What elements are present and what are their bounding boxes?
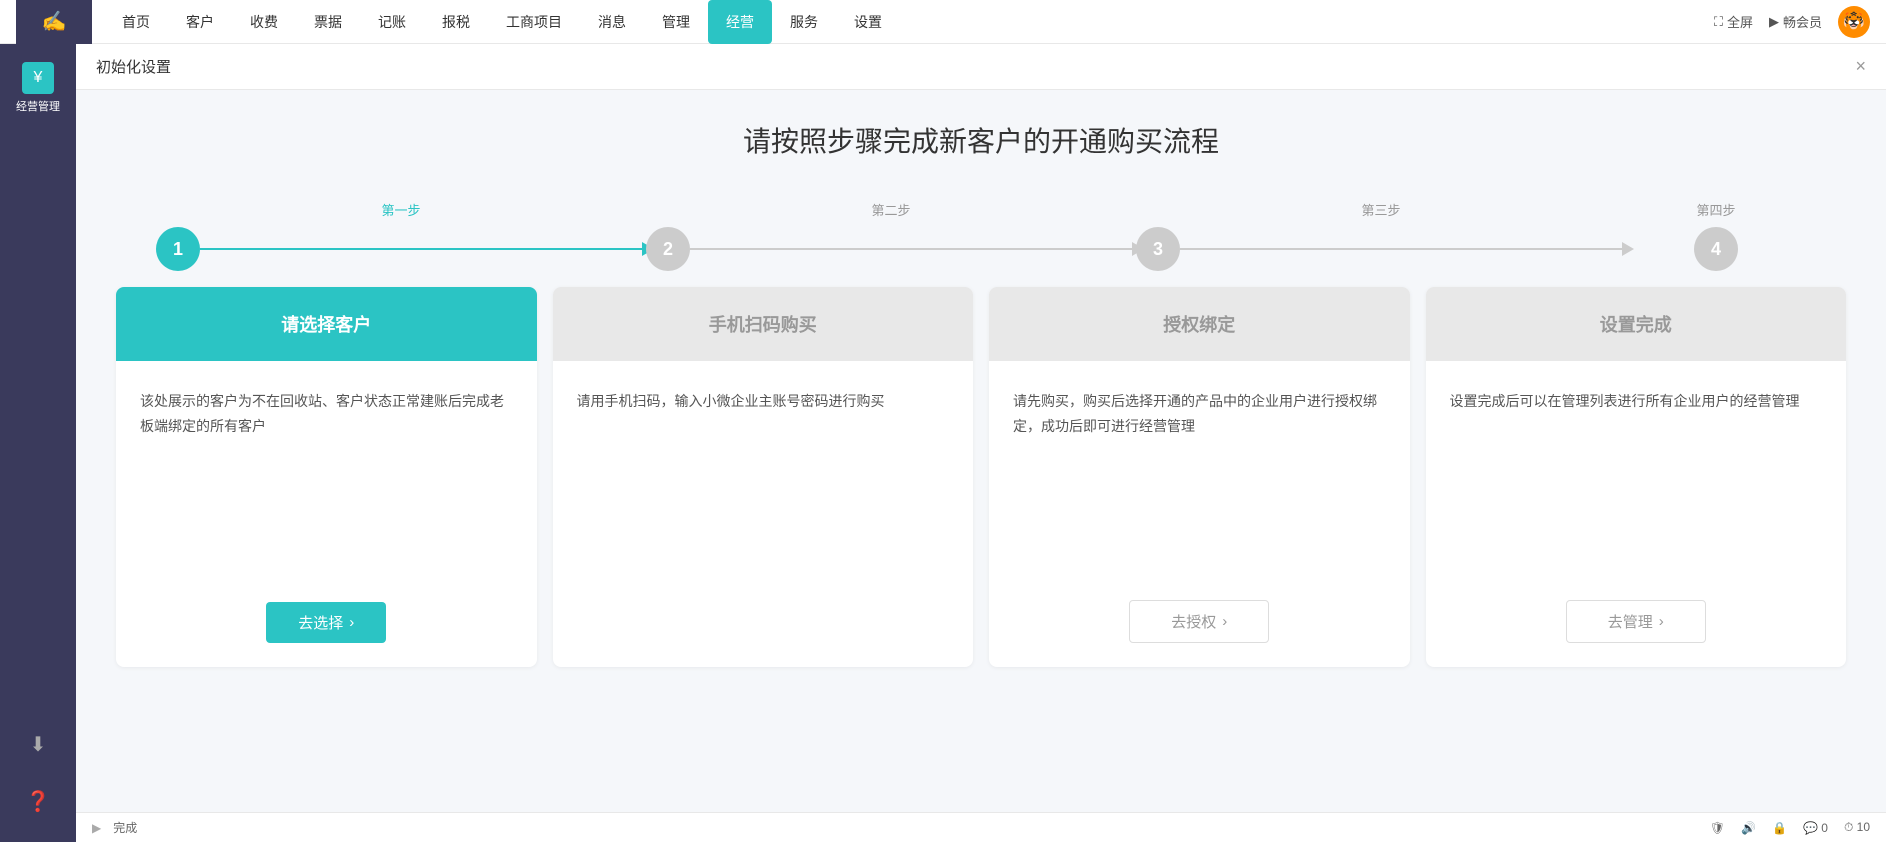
message-count: 💬 0 bbox=[1803, 821, 1828, 835]
logo-icon: ✍ bbox=[42, 9, 67, 34]
lock-icon: 🔒 bbox=[1772, 821, 1787, 835]
connector3 bbox=[1180, 248, 1626, 250]
avatar-icon: 🐯 bbox=[1843, 11, 1865, 32]
yen-icon: ¥ bbox=[22, 62, 54, 94]
card3-footer: 去授权 › bbox=[989, 600, 1410, 643]
cards-row: 请选择客户 该处展示的客户为不在回收站、客户状态正常建账后完成老板端绑定的所有客… bbox=[116, 287, 1846, 667]
sidebar: ¥ 经营管理 ⬇ ❓ bbox=[0, 44, 76, 842]
vip-button[interactable]: ▶ 畅会员 bbox=[1769, 12, 1822, 31]
step4-label: 第四步 bbox=[1696, 200, 1735, 219]
go-authorize-label: 去授权 bbox=[1171, 611, 1216, 632]
arrow3 bbox=[1622, 242, 1634, 256]
nav-items: 首页 客户 收费 票据 记账 报税 工商项目 消息 管理 经营 服务 设置 bbox=[104, 0, 1714, 44]
page-header: 初始化设置 × bbox=[76, 44, 1886, 90]
card-step4: 设置完成 设置完成后可以在管理列表进行所有企业用户的经营管理 去管理 › bbox=[1426, 287, 1847, 667]
card3-header: 授权绑定 bbox=[989, 287, 1410, 361]
fullscreen-icon: ⛶ bbox=[1714, 14, 1723, 30]
connector2 bbox=[690, 248, 1136, 250]
nav-item-home[interactable]: 首页 bbox=[104, 0, 168, 44]
nav-item-manage[interactable]: 管理 bbox=[644, 0, 708, 44]
step2-label: 第二步 bbox=[871, 200, 910, 219]
step2-circle: 2 bbox=[646, 227, 690, 271]
card4-footer: 去管理 › bbox=[1426, 600, 1847, 643]
card4-header: 设置完成 bbox=[1426, 287, 1847, 361]
nav-item-operation[interactable]: 经营 bbox=[708, 0, 772, 44]
top-navigation: ✍ 首页 客户 收费 票据 记账 报税 工商项目 消息 管理 经营 服务 设置 … bbox=[0, 0, 1886, 44]
help-button[interactable]: ❓ bbox=[18, 781, 59, 822]
nav-item-client[interactable]: 客户 bbox=[168, 0, 232, 44]
workflow-title: 请按照步骤完成新客户的开通购买流程 bbox=[116, 120, 1846, 160]
go-select-label: 去选择 bbox=[298, 612, 343, 633]
vip-icon: ▶ bbox=[1769, 14, 1779, 30]
sidebar-label-operation: 经营管理 bbox=[16, 98, 60, 114]
step3-circle: 3 bbox=[1136, 227, 1180, 271]
connector1 bbox=[200, 248, 646, 250]
go-select-button[interactable]: 去选择 › bbox=[266, 602, 386, 643]
step1-circle: 1 bbox=[156, 227, 200, 271]
status-bar: ▶ 完成 🛡 🔊 🔒 💬 0 ⏱ 10 bbox=[76, 812, 1886, 842]
status-bar-right: 🛡 🔊 🔒 💬 0 ⏱ 10 bbox=[1710, 820, 1870, 835]
sidebar-item-operation[interactable]: ¥ 经营管理 bbox=[0, 52, 76, 124]
status-label: 完成 bbox=[113, 819, 137, 836]
card-step1: 请选择客户 该处展示的客户为不在回收站、客户状态正常建账后完成老板端绑定的所有客… bbox=[116, 287, 537, 667]
nav-item-bookkeep[interactable]: 记账 bbox=[360, 0, 424, 44]
go-manage-button[interactable]: 去管理 › bbox=[1566, 600, 1706, 643]
step3-label: 第三步 bbox=[1361, 200, 1400, 219]
main-content: 初始化设置 × 请按照步骤完成新客户的开通购买流程 第一步 1 bbox=[76, 44, 1886, 842]
time-count: ⏱ 10 bbox=[1844, 820, 1870, 835]
nav-item-tax[interactable]: 报税 bbox=[424, 0, 488, 44]
go-manage-label: 去管理 bbox=[1608, 611, 1653, 632]
step4-circle: 4 bbox=[1694, 227, 1738, 271]
step1-label: 第一步 bbox=[381, 200, 420, 219]
card-step2: 手机扫码购买 请用手机扫码，输入小微企业主账号密码进行购买 bbox=[553, 287, 974, 667]
card1-body: 该处展示的客户为不在回收站、客户状态正常建账后完成老板端绑定的所有客户 bbox=[116, 369, 537, 602]
card4-body: 设置完成后可以在管理列表进行所有企业用户的经营管理 bbox=[1426, 369, 1847, 600]
go-authorize-arrow: › bbox=[1222, 613, 1227, 630]
app-logo: ✍ bbox=[16, 0, 92, 44]
volume-icon: 🔊 bbox=[1741, 821, 1756, 835]
close-button[interactable]: × bbox=[1855, 56, 1866, 77]
nav-item-industry[interactable]: 工商项目 bbox=[488, 0, 580, 44]
nav-item-settings[interactable]: 设置 bbox=[836, 0, 900, 44]
card1-footer: 去选择 › bbox=[116, 602, 537, 643]
nav-item-fee[interactable]: 收费 bbox=[232, 0, 296, 44]
card1-header: 请选择客户 bbox=[116, 287, 537, 361]
fullscreen-button[interactable]: ⛶ 全屏 bbox=[1714, 12, 1753, 31]
card2-header: 手机扫码购买 bbox=[553, 287, 974, 361]
nav-item-service[interactable]: 服务 bbox=[772, 0, 836, 44]
page-title: 初始化设置 bbox=[96, 56, 171, 77]
go-authorize-button[interactable]: 去授权 › bbox=[1129, 600, 1269, 643]
card-step3: 授权绑定 请先购买，购买后选择开通的产品中的企业用户进行授权绑定，成功后即可进行… bbox=[989, 287, 1410, 667]
go-select-arrow: › bbox=[349, 614, 354, 631]
card2-body: 请用手机扫码，输入小微企业主账号密码进行购买 bbox=[553, 369, 974, 643]
nav-right: ⛶ 全屏 ▶ 畅会员 🐯 bbox=[1714, 6, 1870, 38]
nav-item-message[interactable]: 消息 bbox=[580, 0, 644, 44]
go-manage-arrow: › bbox=[1659, 613, 1664, 630]
card3-body: 请先购买，购买后选择开通的产品中的企业用户进行授权绑定，成功后即可进行经营管理 bbox=[989, 369, 1410, 600]
nav-item-ticket[interactable]: 票据 bbox=[296, 0, 360, 44]
shield-icon: 🛡 bbox=[1710, 821, 1725, 835]
download-button[interactable]: ⬇ bbox=[22, 724, 55, 765]
avatar[interactable]: 🐯 bbox=[1838, 6, 1870, 38]
play-icon: ▶ bbox=[92, 821, 101, 835]
workflow-container: 请按照步骤完成新客户的开通购买流程 第一步 1 bbox=[76, 90, 1886, 812]
